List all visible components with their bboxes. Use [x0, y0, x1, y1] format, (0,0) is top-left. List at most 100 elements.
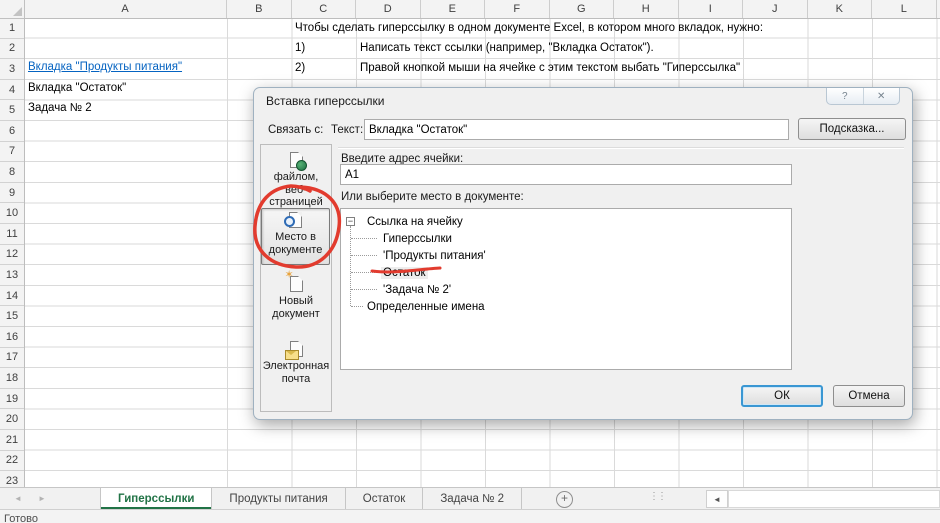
- sheet-tabs: Гиперссылки Продукты питания Остаток Задача…: [100, 488, 523, 509]
- tree-item-sheet-4[interactable]: 'Задача № 2': [351, 281, 453, 298]
- link-to-existing-file-or-web-page[interactable]: файлом, веб-страницей: [262, 149, 330, 209]
- separator: [338, 147, 904, 149]
- tree-connector: [351, 272, 377, 273]
- tab-splitter-handle[interactable]: ⋮⋮: [649, 491, 667, 502]
- cell-d3[interactable]: Правой кнопкой мыши на ячейке с этим тек…: [360, 61, 740, 76]
- tree-connector: [351, 255, 377, 256]
- link-to-item-label: Новый документ: [272, 295, 320, 320]
- row-header-8[interactable]: 8: [0, 162, 24, 183]
- link-to-new-document[interactable]: ✶ Новый документ: [262, 270, 330, 320]
- row-header-21[interactable]: 21: [0, 430, 24, 451]
- link-to-label: Связать с:: [268, 124, 324, 136]
- tree-item-sheet-2[interactable]: 'Продукты питания': [351, 247, 488, 264]
- new-sheet-button[interactable]: +: [556, 491, 573, 508]
- hscroll-left-icon[interactable]: ◄: [706, 490, 728, 508]
- column-headers: ABCDEFGHIJKL: [0, 0, 940, 19]
- tree-root-label: Ссылка на ячейку: [367, 215, 463, 228]
- row-header-23[interactable]: 23: [0, 471, 24, 487]
- link-to-place-in-document[interactable]: Место в документе: [261, 208, 330, 265]
- help-icon[interactable]: ?: [827, 88, 863, 104]
- tab-scroll-left-icon[interactable]: ◄: [14, 494, 22, 503]
- tree-item-sheet-3[interactable]: Остаток: [351, 264, 428, 281]
- row-header-10[interactable]: 10: [0, 203, 24, 224]
- sheet-tab-4[interactable]: Задача № 2: [423, 488, 523, 509]
- row-header-16[interactable]: 16: [0, 327, 24, 348]
- tree-item-label: 'Задача № 2': [383, 283, 452, 296]
- column-header-C[interactable]: C: [292, 0, 356, 18]
- row-header-20[interactable]: 20: [0, 409, 24, 430]
- column-header-D[interactable]: D: [356, 0, 421, 18]
- row-header-5[interactable]: 5: [0, 100, 24, 121]
- insert-hyperlink-dialog: Вставка гиперссылки ? ✕ Связать с: Текст…: [253, 87, 913, 420]
- existing-file-or-web-page-icon: [289, 152, 307, 171]
- place-in-document-icon: [284, 212, 302, 228]
- sheet-tab-3[interactable]: Остаток: [346, 488, 424, 509]
- tab-scroll-right-icon[interactable]: ►: [38, 494, 46, 503]
- column-header-I[interactable]: I: [679, 0, 743, 18]
- row-header-7[interactable]: 7: [0, 142, 24, 163]
- row-header-2[interactable]: 2: [0, 39, 24, 60]
- row-header-18[interactable]: 18: [0, 368, 24, 389]
- tree-item-sheet-1[interactable]: Гиперссылки: [351, 230, 454, 247]
- screentip-button[interactable]: Подсказка...: [798, 118, 906, 140]
- dialog-system-buttons: ? ✕: [826, 88, 900, 105]
- row-header-1[interactable]: 1: [0, 18, 24, 39]
- row-header-22[interactable]: 22: [0, 451, 24, 472]
- row-header-12[interactable]: 12: [0, 245, 24, 266]
- column-header-G[interactable]: G: [550, 0, 614, 18]
- column-header-A[interactable]: A: [24, 0, 227, 18]
- tree-item-label: Остаток: [381, 266, 428, 279]
- dialog-sidebar: файлом, веб-страницей Место в документе ✶ Н…: [260, 144, 332, 412]
- select-place-label: Или выберите место в документе:: [341, 191, 524, 203]
- column-header-J[interactable]: J: [743, 0, 808, 18]
- tree-connector: [351, 289, 377, 290]
- sheet-tab-bar: ◄ ► Гиперссылки Продукты питания Остаток За…: [0, 487, 940, 509]
- row-header-15[interactable]: 15: [0, 306, 24, 327]
- horizontal-scrollbar[interactable]: [728, 490, 940, 508]
- cell-d2[interactable]: Написать текст ссылки (например, "Вкладк…: [360, 41, 654, 56]
- tree-connector: [351, 306, 363, 307]
- column-header-B[interactable]: B: [227, 0, 292, 18]
- column-header-H[interactable]: H: [614, 0, 679, 18]
- tree-root-label: Определенные имена: [367, 300, 485, 313]
- select-all-corner[interactable]: [0, 0, 25, 19]
- cell-a2-hyperlink[interactable]: Вкладка "Продукты питания": [28, 60, 182, 75]
- row-header-19[interactable]: 19: [0, 389, 24, 410]
- tree-root-defined-names[interactable]: Определенные имена: [351, 298, 487, 315]
- sheet-tab-1[interactable]: Гиперссылки: [100, 488, 213, 509]
- dialog-title[interactable]: Вставка гиперссылки: [266, 94, 384, 108]
- column-header-F[interactable]: F: [485, 0, 550, 18]
- cancel-button[interactable]: Отмена: [833, 385, 905, 407]
- row-header-13[interactable]: 13: [0, 265, 24, 286]
- cell-c2[interactable]: 1): [295, 41, 305, 56]
- link-to-item-label: Место в документе: [268, 231, 323, 256]
- excel-window: ABCDEFGHIJKL 1 2 3 4 5 6 7 8 9 10 11 12 13 14 15 16 17 18…: [0, 0, 940, 523]
- cell-a3[interactable]: Вкладка "Остаток": [28, 81, 126, 96]
- sheet-tab-2[interactable]: Продукты питания: [212, 488, 346, 509]
- status-ready-label: Готово: [4, 513, 38, 523]
- ok-button[interactable]: ОК: [741, 385, 823, 407]
- column-header-K[interactable]: K: [808, 0, 872, 18]
- display-text-input[interactable]: [364, 119, 789, 140]
- row-header-9[interactable]: 9: [0, 183, 24, 204]
- new-document-icon: ✶: [285, 270, 303, 292]
- cell-a4[interactable]: Задача № 2: [28, 101, 92, 116]
- row-header-3[interactable]: 3: [0, 59, 24, 80]
- link-to-item-label: Электронная почта: [262, 360, 330, 385]
- tree-root-cell-reference[interactable]: Ссылка на ячейку: [365, 213, 465, 230]
- row-header-4[interactable]: 4: [0, 80, 24, 101]
- row-header-6[interactable]: 6: [0, 121, 24, 142]
- row-header-14[interactable]: 14: [0, 286, 24, 307]
- collapse-icon[interactable]: −: [346, 217, 355, 226]
- cell-c1[interactable]: Чтобы сделать гиперссылку в одном докуме…: [295, 21, 763, 36]
- row-header-11[interactable]: 11: [0, 224, 24, 245]
- tree-item-label: Гиперссылки: [383, 232, 452, 245]
- cell-address-input[interactable]: [340, 164, 792, 185]
- row-header-17[interactable]: 17: [0, 348, 24, 369]
- cell-c3[interactable]: 2): [295, 61, 305, 76]
- column-header-E[interactable]: E: [421, 0, 485, 18]
- link-to-item-label: файлом, веб-страницей: [269, 171, 323, 208]
- close-icon[interactable]: ✕: [862, 88, 900, 104]
- column-header-L[interactable]: L: [872, 0, 937, 18]
- link-to-email-address[interactable]: Электронная почта: [262, 338, 330, 385]
